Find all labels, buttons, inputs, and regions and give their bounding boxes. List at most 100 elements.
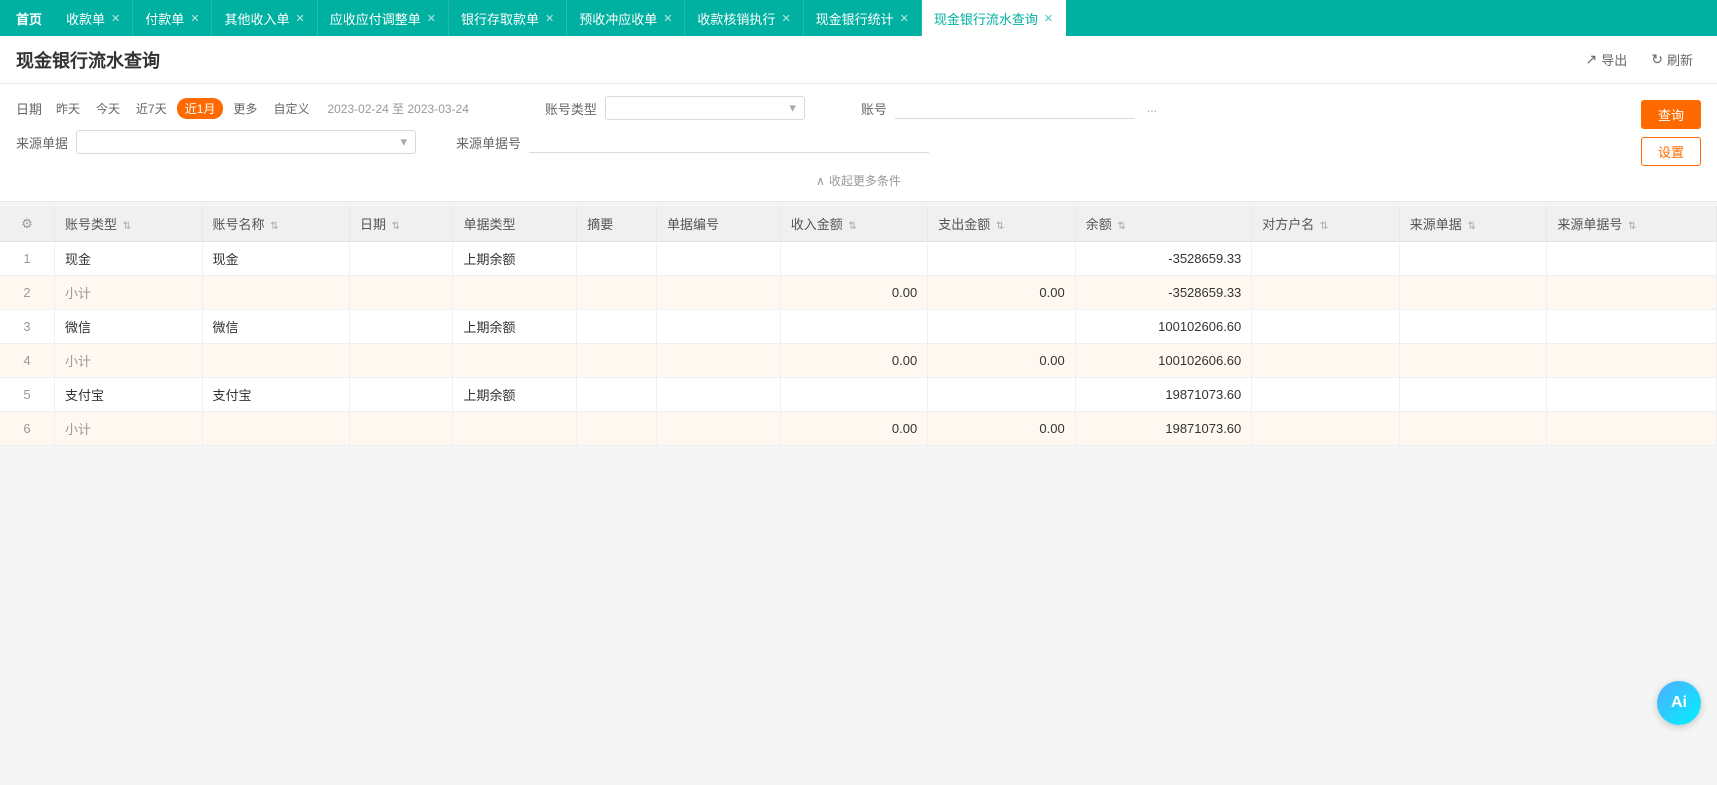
refresh-button[interactable]: ↻ 刷新 xyxy=(1643,46,1701,73)
nav-receipt[interactable]: 收款单 ✕ xyxy=(54,0,133,36)
more-options-btn[interactable]: ... xyxy=(1147,101,1157,115)
col-settings[interactable]: ⚙ xyxy=(0,206,55,242)
cell-account-name: 微信 xyxy=(202,310,350,344)
nav-bank-stats[interactable]: 现金银行统计 ✕ xyxy=(804,0,922,36)
settings-button[interactable]: 设置 xyxy=(1641,137,1701,166)
nav-bank-flow[interactable]: 现金银行流水查询 ✕ xyxy=(922,0,1066,36)
col-balance-label: 余额 xyxy=(1086,217,1112,232)
nav-collection-exec[interactable]: 收款核销执行 ✕ xyxy=(685,0,803,36)
account-type-select[interactable]: ▾ xyxy=(605,96,805,120)
account-input[interactable] xyxy=(895,97,1135,119)
cell-income: 0.00 xyxy=(780,276,928,310)
nav-receipt-close[interactable]: ✕ xyxy=(111,12,120,25)
cell-date xyxy=(350,412,453,446)
account-filter-group: 账号 ... xyxy=(861,97,1157,119)
col-account-name[interactable]: 账号名称 ⇅ xyxy=(202,206,350,242)
sort-account-name-icon: ⇅ xyxy=(270,221,278,232)
date-btn-custom[interactable]: 自定义 xyxy=(267,98,315,119)
date-btn-more[interactable]: 更多 xyxy=(227,98,263,119)
export-button[interactable]: ↗ 导出 xyxy=(1578,46,1636,73)
col-doc-no[interactable]: 单据编号 xyxy=(656,206,780,242)
col-account-type[interactable]: 账号类型 ⇅ xyxy=(55,206,203,242)
cell-source-doc xyxy=(1399,276,1547,310)
nav-advance-offset[interactable]: 预收冲应收单 ✕ xyxy=(567,0,685,36)
cell-doc-no xyxy=(656,344,780,378)
nav-bank-flow-close[interactable]: ✕ xyxy=(1044,12,1053,25)
nav-payment[interactable]: 付款单 ✕ xyxy=(133,0,212,36)
date-btn-yesterday[interactable]: 昨天 xyxy=(50,98,86,119)
nav-advance-offset-close[interactable]: ✕ xyxy=(663,12,672,25)
source-doc-filter-group: 来源单据 ▾ xyxy=(16,130,416,154)
refresh-label: 刷新 xyxy=(1667,50,1693,69)
cell-balance: 19871073.60 xyxy=(1075,378,1252,412)
nav-bank-deposit-close[interactable]: ✕ xyxy=(545,12,554,25)
cell-doc-no xyxy=(656,242,780,276)
cell-expense xyxy=(928,242,1076,276)
cell-account-type: 小计 xyxy=(55,276,203,310)
cell-balance: -3528659.33 xyxy=(1075,276,1252,310)
row-checkbox: 4 xyxy=(0,344,55,378)
cell-date xyxy=(350,344,453,378)
nav-home[interactable]: 首页 xyxy=(4,0,54,36)
col-doc-no-label: 单据编号 xyxy=(667,217,719,232)
cell-counterpart xyxy=(1252,378,1400,412)
col-account-type-label: 账号类型 xyxy=(65,217,117,232)
col-date[interactable]: 日期 ⇅ xyxy=(350,206,453,242)
row-checkbox: 6 xyxy=(0,412,55,446)
source-doc-no-label: 来源单据号 xyxy=(456,133,521,152)
nav-other-income-close[interactable]: ✕ xyxy=(296,12,305,25)
table-row[interactable]: 3微信微信上期余额100102606.60 xyxy=(0,310,1717,344)
col-counterpart[interactable]: 对方户名 ⇅ xyxy=(1252,206,1400,242)
date-btn-1month[interactable]: 近1月 xyxy=(177,98,224,119)
collapse-bar[interactable]: ∧ 收起更多条件 xyxy=(16,172,1701,189)
cell-summary xyxy=(577,344,657,378)
cell-income xyxy=(780,310,928,344)
nav-other-income[interactable]: 其他收入单 ✕ xyxy=(212,0,317,36)
nav-bank-deposit[interactable]: 银行存取款单 ✕ xyxy=(449,0,567,36)
sort-source-doc-no-icon: ⇅ xyxy=(1628,221,1636,232)
cell-balance: 100102606.60 xyxy=(1075,310,1252,344)
date-btn-7days[interactable]: 近7天 xyxy=(130,98,173,119)
cell-doc-no xyxy=(656,276,780,310)
main-table: ⚙ 账号类型 ⇅ 账号名称 ⇅ 日期 ⇅ 单据类型 摘要 xyxy=(0,206,1717,446)
cell-source-doc xyxy=(1399,310,1547,344)
nav-payment-close[interactable]: ✕ xyxy=(190,12,199,25)
table-row[interactable]: 6小计0.000.0019871073.60 xyxy=(0,412,1717,446)
table-row[interactable]: 1现金现金上期余额-3528659.33 xyxy=(0,242,1717,276)
sort-balance-icon: ⇅ xyxy=(1117,221,1125,232)
nav-bank-deposit-label: 银行存取款单 xyxy=(461,9,539,28)
source-doc-label: 来源单据 xyxy=(16,133,68,152)
col-summary[interactable]: 摘要 xyxy=(577,206,657,242)
row-checkbox: 3 xyxy=(0,310,55,344)
ai-badge[interactable]: Ai xyxy=(1657,681,1701,725)
cell-summary xyxy=(577,310,657,344)
col-expense[interactable]: 支出金额 ⇅ xyxy=(928,206,1076,242)
query-button[interactable]: 查询 xyxy=(1641,100,1701,129)
table-header-row: ⚙ 账号类型 ⇅ 账号名称 ⇅ 日期 ⇅ 单据类型 摘要 xyxy=(0,206,1717,242)
col-source-doc[interactable]: 来源单据 ⇅ xyxy=(1399,206,1547,242)
row-checkbox: 1 xyxy=(0,242,55,276)
cell-date xyxy=(350,276,453,310)
cell-doc-type: 上期余额 xyxy=(453,242,577,276)
col-doc-type[interactable]: 单据类型 xyxy=(453,206,577,242)
cell-expense: 0.00 xyxy=(928,412,1076,446)
cell-summary xyxy=(577,276,657,310)
nav-ar-adjust-close[interactable]: ✕ xyxy=(427,12,436,25)
cell-account-type: 微信 xyxy=(55,310,203,344)
col-source-doc-no[interactable]: 来源单据号 ⇅ xyxy=(1547,206,1717,242)
nav-receipt-label: 收款单 xyxy=(66,9,105,28)
nav-ar-adjust[interactable]: 应收应付调整单 ✕ xyxy=(318,0,449,36)
date-btn-today[interactable]: 今天 xyxy=(90,98,126,119)
table-row[interactable]: 5支付宝支付宝上期余额19871073.60 xyxy=(0,378,1717,412)
col-income[interactable]: 收入金额 ⇅ xyxy=(780,206,928,242)
nav-collection-exec-close[interactable]: ✕ xyxy=(781,12,790,25)
source-doc-no-input[interactable] xyxy=(529,131,929,153)
sort-income-icon: ⇅ xyxy=(848,221,856,232)
table-row[interactable]: 4小计0.000.00100102606.60 xyxy=(0,344,1717,378)
col-doc-type-label: 单据类型 xyxy=(463,217,515,232)
source-doc-select[interactable]: ▾ xyxy=(76,130,416,154)
col-balance[interactable]: 余额 ⇅ xyxy=(1075,206,1252,242)
table-row[interactable]: 2小计0.000.00-3528659.33 xyxy=(0,276,1717,310)
col-income-label: 收入金额 xyxy=(791,217,843,232)
nav-bank-stats-close[interactable]: ✕ xyxy=(900,12,909,25)
